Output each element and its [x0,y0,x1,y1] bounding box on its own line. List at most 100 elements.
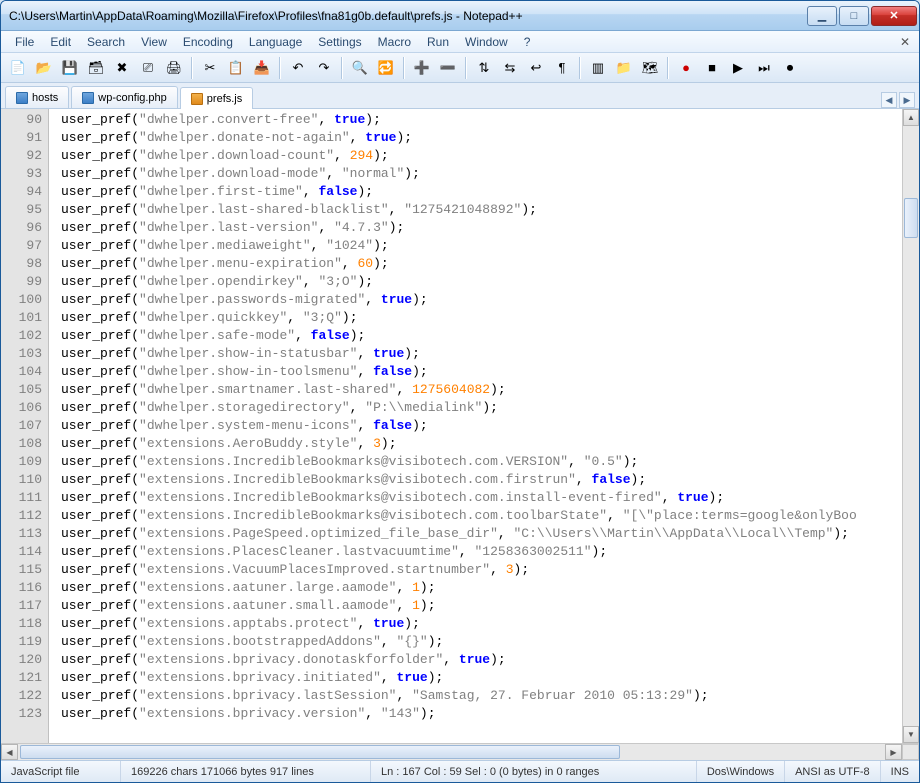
line-number: 90 [3,111,42,129]
code-line[interactable]: user_pref("extensions.bprivacy.initiated… [61,669,902,687]
close-window-button[interactable] [871,6,917,26]
line-number: 107 [3,417,42,435]
code-line[interactable]: user_pref("extensions.bprivacy.lastSessi… [61,687,902,705]
menu-search[interactable]: Search [79,33,133,51]
code-line[interactable]: user_pref("extensions.IncredibleBookmark… [61,489,902,507]
tab-prev-icon[interactable]: ◀ [881,92,897,108]
titlebar[interactable]: C:\Users\Martin\AppData\Roaming\Mozilla\… [1,1,919,31]
code-line[interactable]: user_pref("extensions.PlacesCleaner.last… [61,543,902,561]
menu-file[interactable]: File [7,33,42,51]
code-line[interactable]: user_pref("dwhelper.quickkey", "3;Q"); [61,309,902,327]
replace-icon[interactable]: 🔁 [375,57,397,79]
close-file-icon[interactable]: ✖ [111,57,133,79]
tab-wp-config-php[interactable]: wp-config.php [71,86,178,108]
wrap-icon[interactable]: ↩ [525,57,547,79]
doc-map-icon[interactable]: 🗺 [639,57,661,79]
undo-icon[interactable]: ↶ [287,57,309,79]
print-icon[interactable]: 🖨 [163,57,185,79]
vertical-scrollbar[interactable]: ▲ ▼ [902,109,919,743]
code-line[interactable]: user_pref("extensions.AeroBuddy.style", … [61,435,902,453]
code-line[interactable]: user_pref("dwhelper.first-time", false); [61,183,902,201]
code-line[interactable]: user_pref("extensions.apptabs.protect", … [61,615,902,633]
code-line[interactable]: user_pref("dwhelper.download-count", 294… [61,147,902,165]
status-encoding[interactable]: ANSI as UTF-8 [785,761,881,782]
code-line[interactable]: user_pref("dwhelper.last-version", "4.7.… [61,219,902,237]
code-line[interactable]: user_pref("extensions.aatuner.small.aamo… [61,597,902,615]
menu-encoding[interactable]: Encoding [175,33,241,51]
hscroll-track[interactable] [18,744,885,760]
open-file-icon[interactable]: 📂 [33,57,55,79]
scroll-left-icon[interactable]: ◀ [1,744,18,760]
paste-icon[interactable]: 📥 [251,57,273,79]
sync-v-icon[interactable]: ⇅ [473,57,495,79]
code-line[interactable]: user_pref("extensions.PageSpeed.optimize… [61,525,902,543]
menu-window[interactable]: Window [457,33,516,51]
stop-macro-icon[interactable]: ■ [701,57,723,79]
tab-next-icon[interactable]: ▶ [899,92,915,108]
close-all-icon[interactable]: ⎚ [137,57,159,79]
save-icon[interactable]: 💾 [59,57,81,79]
hscroll-thumb[interactable] [20,745,620,759]
code-line[interactable]: user_pref("extensions.aatuner.large.aamo… [61,579,902,597]
save-all-icon[interactable]: 🗃 [85,57,107,79]
code-line[interactable]: user_pref("dwhelper.system-menu-icons", … [61,417,902,435]
code-line[interactable]: user_pref("extensions.bprivacy.version",… [61,705,902,723]
code-line[interactable]: user_pref("dwhelper.donate-not-again", t… [61,129,902,147]
scrollbar-track[interactable] [903,126,919,726]
tab-prefs-js[interactable]: prefs.js [180,87,253,109]
code-line[interactable]: user_pref("dwhelper.last-shared-blacklis… [61,201,902,219]
menu-macro[interactable]: Macro [370,33,419,51]
code-line[interactable]: user_pref("dwhelper.passwords-migrated",… [61,291,902,309]
minimize-button[interactable] [807,6,837,26]
record-macro-icon[interactable]: ● [675,57,697,79]
code-line[interactable]: user_pref("dwhelper.safe-mode", false); [61,327,902,345]
code-line[interactable]: user_pref("dwhelper.show-in-toolsmenu", … [61,363,902,381]
mdi-close-icon[interactable]: ✕ [897,35,913,49]
code-line[interactable]: user_pref("dwhelper.smartnamer.last-shar… [61,381,902,399]
menu-run[interactable]: Run [419,33,457,51]
code-line[interactable]: user_pref("extensions.IncredibleBookmark… [61,507,902,525]
show-all-chars-icon[interactable]: ¶ [551,57,573,79]
code-line[interactable]: user_pref("extensions.IncredibleBookmark… [61,453,902,471]
folder-view-icon[interactable]: 📁 [613,57,635,79]
maximize-button[interactable] [839,6,869,26]
zoom-in-icon[interactable]: ➕ [411,57,433,79]
scroll-up-icon[interactable]: ▲ [903,109,919,126]
code-line[interactable]: user_pref("dwhelper.show-in-statusbar", … [61,345,902,363]
find-icon[interactable]: 🔍 [349,57,371,79]
copy-icon[interactable]: 📋 [225,57,247,79]
menu-view[interactable]: View [133,33,175,51]
line-number-gutter: 9091929394959697989910010110210310410510… [1,109,49,743]
code-line[interactable]: user_pref("dwhelper.convert-free", true)… [61,111,902,129]
indent-guide-icon[interactable]: ▥ [587,57,609,79]
cut-icon[interactable]: ✂ [199,57,221,79]
scroll-right-icon[interactable]: ▶ [885,744,902,760]
play-macro-icon[interactable]: ▶ [727,57,749,79]
menu-settings[interactable]: Settings [310,33,369,51]
menu-help[interactable]: ? [516,33,539,51]
code-line[interactable]: user_pref("extensions.VacuumPlacesImprov… [61,561,902,579]
status-mode[interactable]: INS [881,761,919,782]
menu-language[interactable]: Language [241,33,310,51]
code-line[interactable]: user_pref("extensions.IncredibleBookmark… [61,471,902,489]
horizontal-scrollbar[interactable]: ◀ ▶ [1,743,919,760]
new-file-icon[interactable]: 📄 [7,57,29,79]
status-eol[interactable]: Dos\Windows [697,761,785,782]
scroll-down-icon[interactable]: ▼ [903,726,919,743]
zoom-out-icon[interactable]: ➖ [437,57,459,79]
play-multi-icon[interactable]: ⏭ [753,57,775,79]
tab-hosts[interactable]: hosts [5,86,69,108]
code-editor[interactable]: user_pref("dwhelper.convert-free", true)… [49,109,902,743]
sync-h-icon[interactable]: ⇆ [499,57,521,79]
save-macro-icon[interactable]: ⏺ [779,57,801,79]
menu-edit[interactable]: Edit [42,33,79,51]
code-line[interactable]: user_pref("dwhelper.opendirkey", "3;O"); [61,273,902,291]
redo-icon[interactable]: ↷ [313,57,335,79]
code-line[interactable]: user_pref("dwhelper.mediaweight", "1024"… [61,237,902,255]
code-line[interactable]: user_pref("dwhelper.menu-expiration", 60… [61,255,902,273]
code-line[interactable]: user_pref("extensions.bootstrappedAddons… [61,633,902,651]
code-line[interactable]: user_pref("dwhelper.storagedirectory", "… [61,399,902,417]
code-line[interactable]: user_pref("extensions.bprivacy.donotaskf… [61,651,902,669]
scrollbar-thumb[interactable] [904,198,918,238]
code-line[interactable]: user_pref("dwhelper.download-mode", "nor… [61,165,902,183]
